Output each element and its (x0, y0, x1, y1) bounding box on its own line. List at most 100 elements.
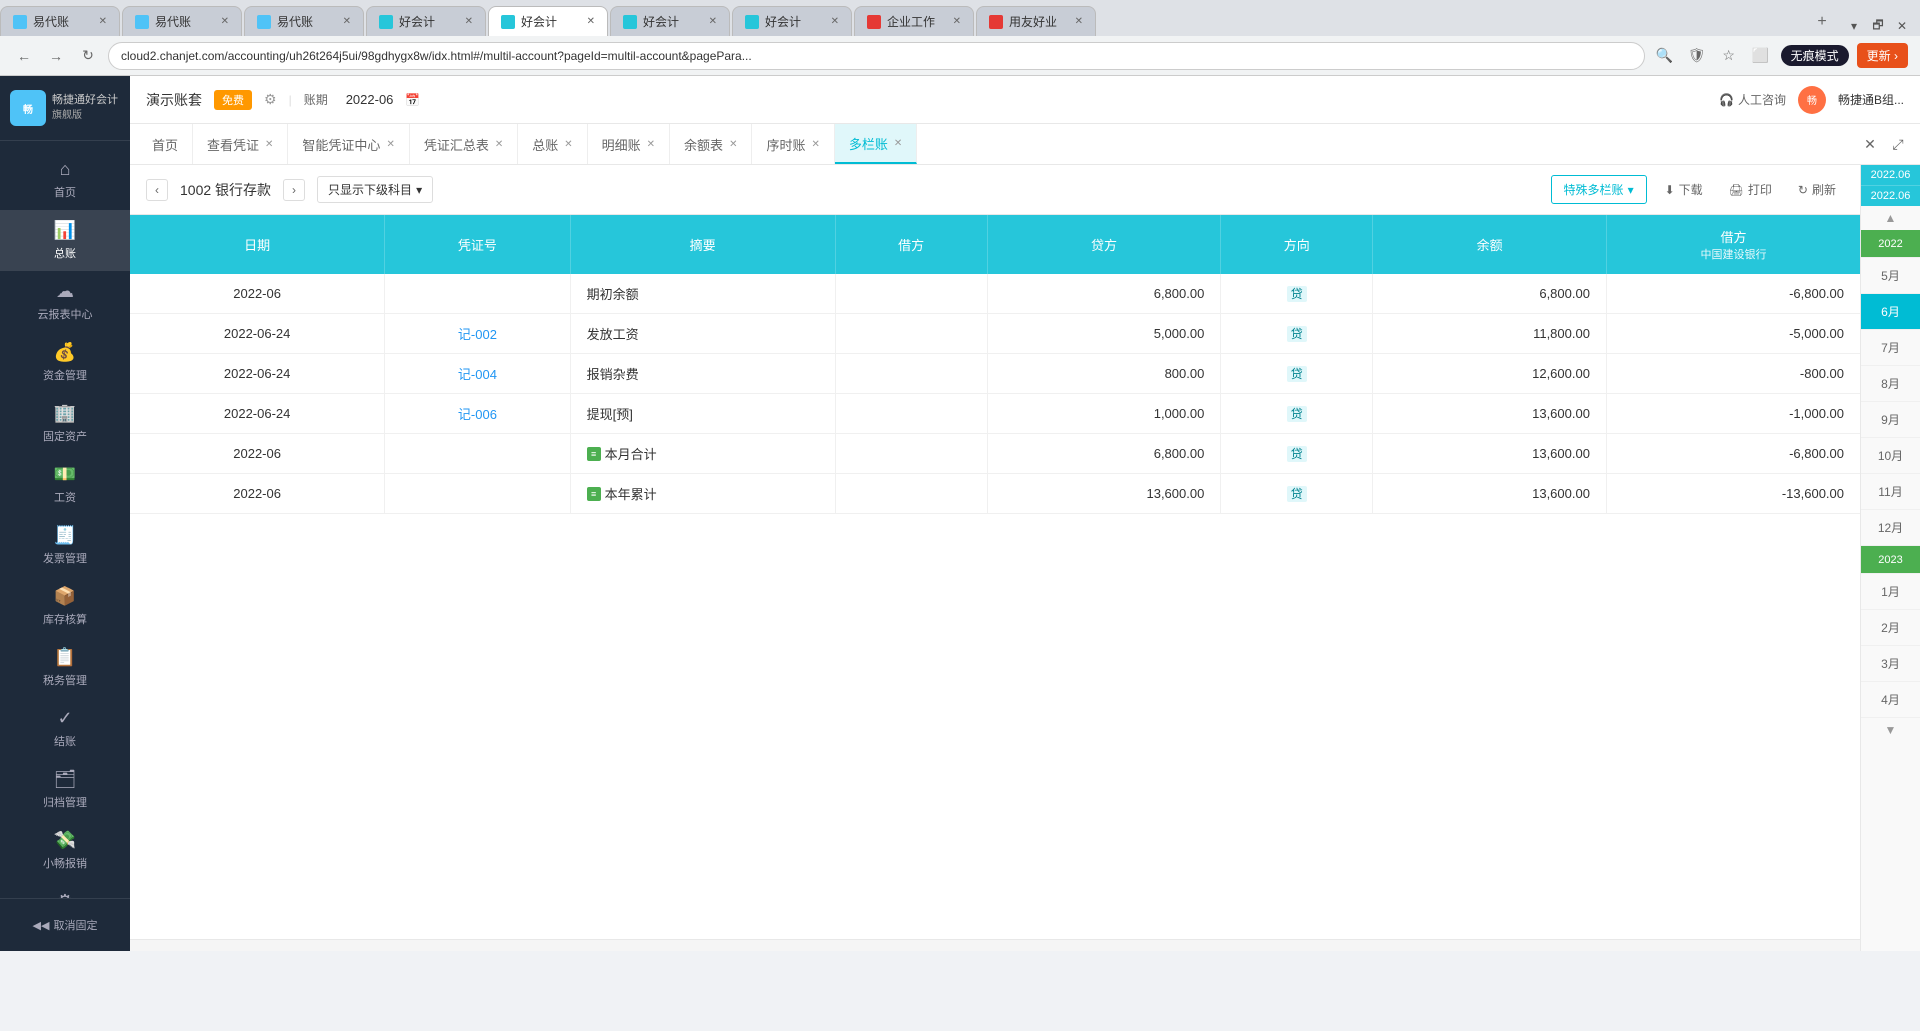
url-input[interactable]: cloud2.chanjet.com/accounting/uh26t264j5… (108, 42, 1645, 70)
tab-close-4[interactable]: ✕ (587, 16, 595, 27)
cell-voucher-1[interactable]: 记-002 (385, 314, 570, 354)
browser-tab-3[interactable]: 好会计 ✕ (366, 6, 486, 36)
page-tab-close-6[interactable]: ✕ (729, 139, 737, 150)
new-tab-button[interactable]: + (1808, 8, 1836, 36)
sidebar-item-归档管理[interactable]: 🗂 归档管理 (0, 759, 130, 820)
sidebar-item-工资[interactable]: 💵 工资 (0, 454, 130, 515)
refresh-button[interactable]: ↻ 刷新 (1790, 176, 1844, 203)
cal-scroll-down[interactable]: ▼ (1861, 718, 1920, 742)
tab-close-2[interactable]: ✕ (343, 16, 351, 27)
extensions-button[interactable]: ⬜ (1749, 44, 1773, 68)
tab-close-0[interactable]: ✕ (99, 16, 107, 27)
filter-dropdown[interactable]: 只显示下级科目 ▾ (317, 176, 433, 203)
cal-month-2023-1月[interactable]: 1月 (1861, 574, 1920, 610)
sidebar-item-资金管理[interactable]: 💰 资金管理 (0, 332, 130, 393)
tab-close-8[interactable]: ✕ (1075, 16, 1083, 27)
incognito-button[interactable]: 无痕模式 (1781, 45, 1849, 66)
browser-tab-8[interactable]: 用友好业 ✕ (976, 6, 1096, 36)
cal-month-2022-5月[interactable]: 5月 (1861, 258, 1920, 294)
cal-scroll-up[interactable]: ▲ (1861, 206, 1920, 230)
browser-tab-1[interactable]: 易代账 ✕ (122, 6, 242, 36)
star-button[interactable]: ☆ (1717, 44, 1741, 68)
page-tab-首页[interactable]: 首页 (138, 124, 193, 164)
cal-month-2023-4月[interactable]: 4月 (1861, 682, 1920, 718)
sidebar-item-基础设置[interactable]: ⚙ 基础设置 (0, 881, 130, 898)
page-tab-close-8[interactable]: ✕ (894, 138, 902, 149)
user-avatar[interactable]: 畅 (1798, 86, 1826, 114)
tab-close-5[interactable]: ✕ (709, 16, 717, 27)
tab-favicon-2 (257, 15, 271, 29)
sidebar-item-发票管理[interactable]: 🧾 发票管理 (0, 515, 130, 576)
sidebar-item-小畅报销[interactable]: 💸 小畅报销 (0, 820, 130, 881)
sidebar-item-固定资产[interactable]: 🏢 固定资产 (0, 393, 130, 454)
search-button[interactable]: 🔍 (1653, 44, 1677, 68)
page-tab-close-5[interactable]: ✕ (647, 139, 655, 150)
account-tag[interactable]: 免费 (214, 90, 252, 110)
page-tab-close-2[interactable]: ✕ (386, 139, 394, 150)
toolbar-right: 特殊多栏账 ▾ ⬇ 下载 🖨 打印 ↻ 刷新 (1551, 175, 1844, 204)
voucher-link-2[interactable]: 记-004 (458, 367, 497, 382)
sidebar-item-首页[interactable]: ⌂ 首页 (0, 149, 130, 210)
sidebar-item-总账[interactable]: 📊 总账 (0, 210, 130, 271)
next-account-button[interactable]: › (283, 179, 305, 201)
forward-button[interactable]: → (44, 44, 68, 68)
page-tab-凭证汇总表[interactable]: 凭证汇总表 ✕ (410, 124, 518, 164)
sidebar-item-库存核算[interactable]: 📦 库存核算 (0, 576, 130, 637)
tab-close-6[interactable]: ✕ (831, 16, 839, 27)
restore-button[interactable]: 🗗 (1868, 16, 1888, 36)
update-button[interactable]: 更新 › (1857, 43, 1908, 68)
calendar-icon[interactable]: 📅 (405, 93, 420, 107)
page-tab-查看凭证[interactable]: 查看凭证 ✕ (193, 124, 288, 164)
unpin-button[interactable]: ◀◀ 取消固定 (0, 909, 130, 941)
sidebar-item-税务管理[interactable]: 📋 税务管理 (0, 637, 130, 698)
voucher-link-1[interactable]: 记-002 (458, 327, 497, 342)
page-tab-明细账[interactable]: 明细账 ✕ (588, 124, 670, 164)
page-tab-余额表[interactable]: 余额表 ✕ (670, 124, 752, 164)
cal-month-2022-10月[interactable]: 10月 (1861, 438, 1920, 474)
cal-month-2023-3月[interactable]: 3月 (1861, 646, 1920, 682)
page-tab-close-4[interactable]: ✕ (564, 139, 572, 150)
cell-voucher-3[interactable]: 记-006 (385, 394, 570, 434)
expand-tab-action[interactable]: ⤢ (1884, 130, 1912, 158)
cal-month-2023-2月[interactable]: 2月 (1861, 610, 1920, 646)
close-browser-button[interactable]: ✕ (1892, 16, 1912, 36)
minimize-button[interactable]: ▾ (1844, 16, 1864, 36)
prev-account-button[interactable]: ‹ (146, 179, 168, 201)
page-tab-智能凭证中心[interactable]: 智能凭证中心 ✕ (288, 124, 409, 164)
page-tab-close-3[interactable]: ✕ (495, 139, 503, 150)
cal-month-2022-7月[interactable]: 7月 (1861, 330, 1920, 366)
sidebar-item-结账[interactable]: ✓ 结账 (0, 698, 130, 759)
cell-voucher-2[interactable]: 记-004 (385, 354, 570, 394)
download-button[interactable]: ⬇ 下载 (1657, 176, 1711, 203)
voucher-link-3[interactable]: 记-006 (458, 407, 497, 422)
page-tab-序时账[interactable]: 序时账 ✕ (752, 124, 834, 164)
back-button[interactable]: ← (12, 44, 36, 68)
user-name[interactable]: 畅捷通B组... (1838, 91, 1904, 108)
browser-tab-4[interactable]: 好会计 ✕ (488, 6, 608, 36)
browser-tab-5[interactable]: 好会计 ✕ (610, 6, 730, 36)
sidebar-item-云报表中心[interactable]: ☁ 云报表中心 (0, 271, 130, 332)
browser-tab-6[interactable]: 好会计 ✕ (732, 6, 852, 36)
cal-month-2022-8月[interactable]: 8月 (1861, 366, 1920, 402)
cal-month-2022-6月[interactable]: 6月 (1861, 294, 1920, 330)
print-button[interactable]: 🖨 打印 (1721, 176, 1780, 203)
page-tab-总账[interactable]: 总账 ✕ (518, 124, 587, 164)
horizontal-scrollbar[interactable] (130, 939, 1860, 951)
tab-close-1[interactable]: ✕ (221, 16, 229, 27)
page-tab-close-7[interactable]: ✕ (811, 139, 819, 150)
cal-month-2022-12月[interactable]: 12月 (1861, 510, 1920, 546)
browser-tab-0[interactable]: 易代账 ✕ (0, 6, 120, 36)
page-tab-close-1[interactable]: ✕ (265, 139, 273, 150)
page-tab-多栏账[interactable]: 多栏账 ✕ (835, 124, 917, 164)
cal-month-2022-9月[interactable]: 9月 (1861, 402, 1920, 438)
settings-icon[interactable]: ⚙ (264, 91, 277, 108)
special-multi-btn[interactable]: 特殊多栏账 ▾ (1551, 175, 1647, 204)
browser-tab-7[interactable]: 企业工作 ✕ (854, 6, 974, 36)
tab-close-7[interactable]: ✕ (953, 16, 961, 27)
refresh-browser-button[interactable]: ↻ (76, 44, 100, 68)
cal-month-2022-11月[interactable]: 11月 (1861, 474, 1920, 510)
browser-tab-2[interactable]: 易代账 ✕ (244, 6, 364, 36)
tab-close-3[interactable]: ✕ (465, 16, 473, 27)
consult-button[interactable]: 🎧 人工咨询 (1719, 91, 1786, 108)
close-tab-action[interactable]: ✕ (1856, 130, 1884, 158)
